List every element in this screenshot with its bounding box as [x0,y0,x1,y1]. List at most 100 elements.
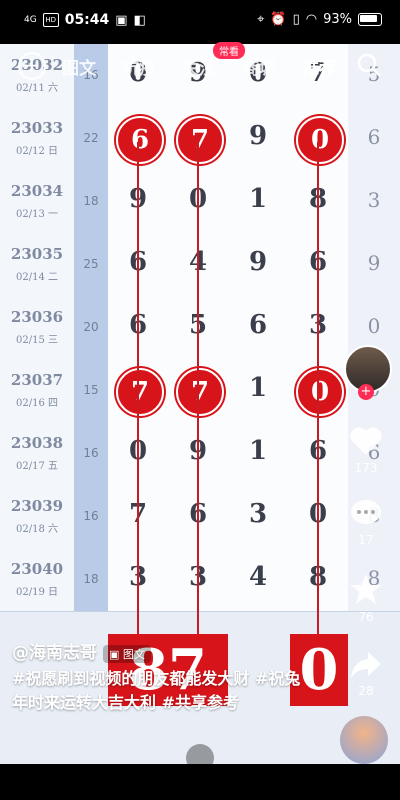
number-cell: 9 [228,233,289,296]
issue-cell: 23036 02/15 三 [0,296,75,359]
trend-line [197,142,199,702]
number-cell: 9 [228,107,289,170]
battery-icon [358,13,382,26]
network-indicator: 4G [24,15,37,25]
trend-line [317,142,319,702]
message-icon: ◧ [133,12,146,28]
issue-number: 23036 [10,308,64,326]
issue-cell: 23033 02/12 日 [0,107,75,170]
number-cell: 4 [228,548,289,611]
issue-cell: 23038 02/17 五 [0,422,75,485]
star-icon [350,574,382,604]
tab-graphic[interactable]: 图文 [62,54,96,79]
status-bar: 4G HD 05:44 ▣ ◧ ⌖ ⏰ ▯ ◠ 93% [0,0,400,44]
table-row: 23033 02/12 日 22 6 7 9 0 6 [0,107,400,171]
sum-cell: 16 [74,422,108,485]
number-cell: 6 [228,296,289,359]
comment-count: 17 [358,533,374,547]
location-icon: ⌖ [257,12,265,27]
search-icon[interactable] [356,52,382,78]
battery-text: 93% [323,12,352,27]
number-value: 3 [248,499,268,529]
tail-cell: 3 [348,170,400,233]
follow-button[interactable]: + [358,384,374,400]
issue-cell: 23035 02/14 二 [0,233,75,296]
tail-cell: 9 [348,233,400,296]
issue-date: 02/17 五 [16,461,58,472]
sum-cell: 25 [74,233,108,296]
issue-date: 02/13 一 [16,209,58,220]
music-disc[interactable] [340,716,388,764]
favorite-button[interactable]: 76 [340,572,392,624]
number-value: 6 [248,310,268,340]
clock: 05:44 [64,12,110,28]
number-cell: 1 [228,170,289,233]
tab-mall[interactable]: 商城 [242,54,276,79]
number-cell: 1 [228,359,289,422]
tab-following[interactable]: 关注 [182,54,216,79]
tail-value: 0 [367,314,381,338]
favorite-count: 76 [358,610,374,624]
sum-value: 22 [83,131,99,145]
issue-date: 02/18 六 [16,524,58,535]
sum-cell: 18 [74,548,108,611]
author-name[interactable]: @海南志哥 [12,643,97,663]
video-caption: @海南志哥 ▣ 图文 #祝愿刷到视频的朋友都能发大财 #祝兔年时来运转大吉大利 #… [12,638,312,715]
issue-number: 23033 [10,119,64,137]
comment-button[interactable]: 17 [340,497,392,547]
highlighted-number: 0 [296,116,344,164]
sum-value: 15 [83,383,99,397]
number-cell: 1 [228,422,289,485]
image-icon: ▣ [109,647,120,661]
like-count: 173 [354,461,378,475]
number-value: 1 [248,184,268,214]
issue-number: 23035 [10,245,64,263]
tail-value: 9 [367,251,381,275]
table-row: 2303402/13 一1890183 [0,170,400,234]
highlighted-number: 7 [176,116,224,164]
table-row: 2303602/15 三2065630 [0,296,400,360]
like-button[interactable]: 173 [340,425,392,475]
following-badge: 常看 [213,42,245,59]
sum-value: 18 [83,194,99,208]
top-navigation: + 图文 抗疫 关注 常看 商城 推荐 [0,42,400,88]
bottom-bar [0,764,400,800]
sum-value: 16 [83,446,99,460]
caption-text[interactable]: #祝愿刷到视频的朋友都能发大财 #祝兔年时来运转大吉大利 #共享参考 [12,667,312,715]
number-value: 9 [248,247,268,277]
issue-date: 02/19 日 [16,587,58,598]
sum-value: 18 [83,572,99,586]
tab-recommend[interactable]: 推荐 [302,54,336,79]
number-value: 1 [248,373,268,403]
tail-value: 6 [367,125,381,149]
number-value: 4 [248,562,268,592]
issue-date: 02/16 四 [16,398,58,409]
sum-value: 25 [83,257,99,271]
content-type-tag: ▣ 图文 [103,644,151,663]
issue-cell: 23037 02/16 四 [0,359,75,422]
highlighted-number: 0 [296,368,344,416]
issue-date: 02/15 三 [16,335,58,346]
comment-icon [351,500,381,524]
vibrate-icon: ▯ [292,12,300,27]
table-row: 2303702/16 四1577100 [0,359,400,423]
trend-line [137,142,139,702]
highlighted-number: 7 [116,368,164,416]
issue-number: 23037 [10,371,64,389]
sum-cell: 16 [74,485,108,548]
issue-cell: 23039 02/18 六 [0,485,75,548]
highlighted-number: 7 [176,368,224,416]
sum-cell: 15 [74,359,108,422]
tab-antiepidemic[interactable]: 抗疫 [122,54,156,79]
share-button[interactable]: 28 [340,648,392,698]
alarm-icon: ⏰ [270,12,287,27]
add-icon[interactable]: + [18,52,46,80]
issue-number: 23039 [10,497,64,515]
sum-value: 16 [83,509,99,523]
notification-icon: ▣ [115,12,128,28]
tail-value: 3 [367,188,381,212]
heart-icon [350,427,382,455]
issue-date: 02/14 二 [16,272,58,283]
sum-cell: 20 [74,296,108,359]
issue-date: 02/12 日 [16,146,58,157]
